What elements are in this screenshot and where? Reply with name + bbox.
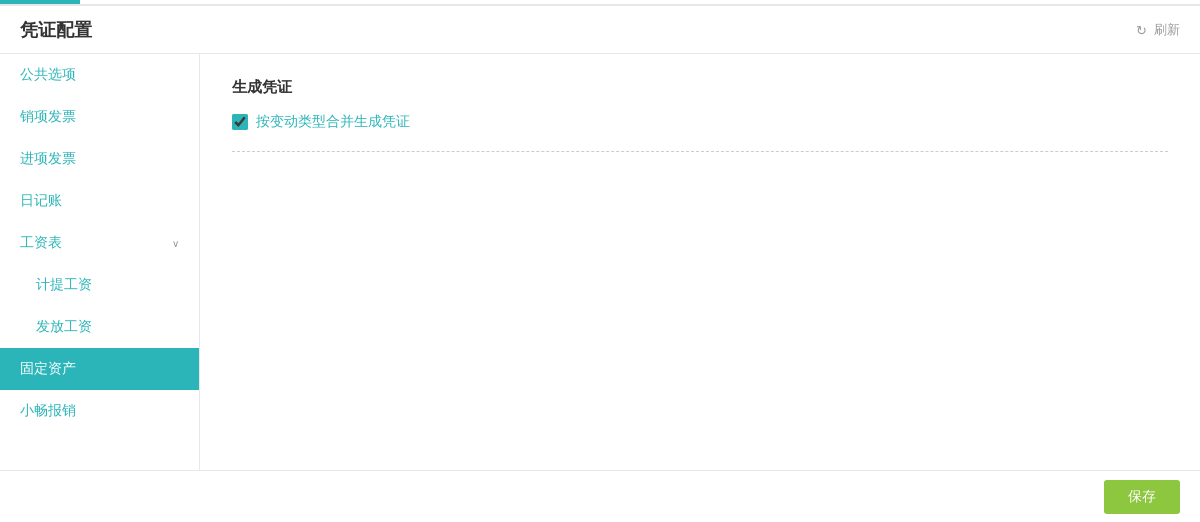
section-title: 生成凭证 — [232, 78, 1168, 97]
sidebar-label-payroll-table: 工资表 — [20, 234, 62, 252]
sidebar-label-purchase-invoice: 进项发票 — [20, 150, 76, 168]
sidebar-item-calc-payroll[interactable]: 计提工资 — [0, 264, 199, 306]
sidebar-label-pay-payroll: 发放工资 — [36, 318, 92, 336]
page-title: 凭证配置 — [20, 18, 92, 42]
sidebar: 公共选项销项发票进项发票日记账工资表 ∨ 计提工资发放工资固定资产小畅报销 — [0, 54, 200, 470]
sidebar-item-public-options[interactable]: 公共选项 — [0, 54, 199, 96]
sidebar-item-expense-report[interactable]: 小畅报销 — [0, 390, 199, 432]
sidebar-item-payroll-table[interactable]: 工资表 ∨ — [0, 222, 199, 264]
tab-active-indicator — [0, 0, 80, 4]
save-button[interactable]: 保存 — [1104, 480, 1180, 514]
sidebar-item-purchase-invoice[interactable]: 进项发票 — [0, 138, 199, 180]
checkbox-row: 按变动类型合并生成凭证 — [232, 113, 1168, 131]
sidebar-item-sales-invoice[interactable]: 销项发票 — [0, 96, 199, 138]
section-divider — [232, 151, 1168, 152]
sidebar-label-expense-report: 小畅报销 — [20, 402, 76, 420]
merge-checkbox[interactable] — [232, 114, 248, 130]
sidebar-item-pay-payroll[interactable]: 发放工资 — [0, 306, 199, 348]
content-area: 生成凭证 按变动类型合并生成凭证 — [200, 54, 1200, 470]
refresh-button[interactable]: ↻ 刷新 — [1136, 21, 1180, 39]
sidebar-label-fixed-assets: 固定资产 — [20, 360, 76, 378]
merge-checkbox-label[interactable]: 按变动类型合并生成凭证 — [256, 113, 410, 131]
sidebar-label-calc-payroll: 计提工资 — [36, 276, 92, 294]
sidebar-item-fixed-assets[interactable]: 固定资产 — [0, 348, 199, 390]
refresh-icon: ↻ — [1136, 23, 1150, 37]
sidebar-item-journal[interactable]: 日记账 — [0, 180, 199, 222]
sidebar-label-journal: 日记账 — [20, 192, 62, 210]
main-content: 公共选项销项发票进项发票日记账工资表 ∨ 计提工资发放工资固定资产小畅报销 生成凭证… — [0, 54, 1200, 470]
refresh-label: 刷新 — [1154, 21, 1180, 39]
sidebar-label-sales-invoice: 销项发票 — [20, 108, 76, 126]
page-footer: 保存 — [0, 470, 1200, 522]
sidebar-label-public-options: 公共选项 — [20, 66, 76, 84]
page-header: 凭证配置 ↻ 刷新 — [0, 6, 1200, 54]
chevron-down-icon: ∨ — [172, 238, 179, 249]
